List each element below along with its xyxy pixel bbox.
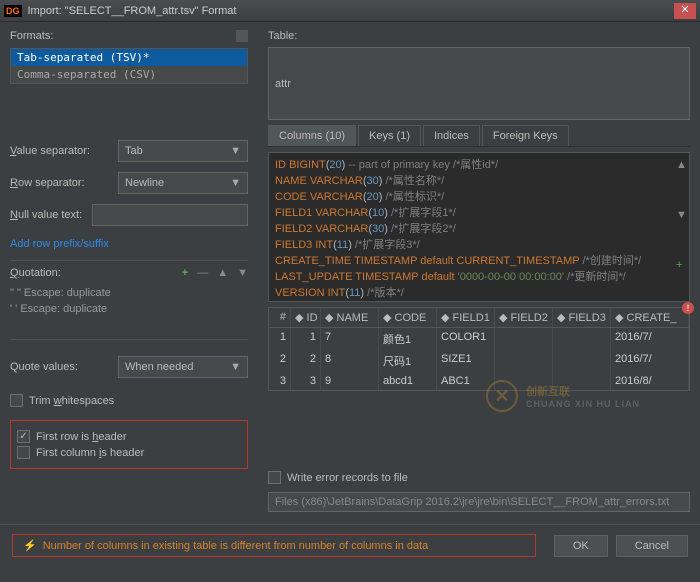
quotation-label: Quotation: <box>10 267 61 279</box>
value-separator-select[interactable]: Tab▼ <box>118 140 248 162</box>
col-header[interactable]: ◆ NAME <box>321 308 379 327</box>
first-col-header-label: First column is header <box>36 447 144 459</box>
quote-values-select[interactable]: When needed▼ <box>118 356 248 378</box>
chevron-down-icon: ▼ <box>230 361 241 373</box>
tab-indices[interactable]: Indices <box>423 125 480 146</box>
trim-whitespaces-checkbox[interactable] <box>10 394 23 407</box>
tab-columns[interactable]: Columns (10) <box>268 125 356 146</box>
col-header[interactable]: ◆ ID <box>291 308 321 327</box>
list-item[interactable]: Tab-separated (TSV)* <box>11 49 247 66</box>
warning-icon: ⚡ <box>23 539 37 552</box>
quote-values-label: Quote values: <box>10 361 110 373</box>
add-prefix-suffix-link[interactable]: Add row prefix/suffix <box>10 238 248 250</box>
trim-whitespaces-label: Trim whitespaces <box>29 395 114 407</box>
table-row[interactable]: 117颜色1COLOR12016/7/ <box>269 328 689 350</box>
value-separator-label: Value separator: <box>10 145 110 157</box>
move-down-icon[interactable]: ▼ <box>237 267 248 279</box>
quotation-list[interactable]: " " Escape: duplicate ' ' Escape: duplic… <box>10 285 248 317</box>
tab-foreign-keys[interactable]: Foreign Keys <box>482 125 569 146</box>
error-file-path[interactable]: Files (x86)\JetBrains\DataGrip 2016.2\jr… <box>268 492 690 512</box>
first-row-header-checkbox[interactable] <box>17 430 30 443</box>
formats-list[interactable]: Tab-separated (TSV)* Comma-separated (CS… <box>10 48 248 84</box>
error-badge-icon: ! <box>682 302 694 314</box>
list-item[interactable]: ' ' Escape: duplicate <box>10 301 248 317</box>
tabs: Columns (10) Keys (1) Indices Foreign Ke… <box>268 125 690 147</box>
app-icon: DG <box>4 5 22 17</box>
add-icon[interactable]: + <box>676 257 687 273</box>
col-header[interactable]: ◆ FIELD2 <box>495 308 553 327</box>
title-bar: DG Import: "SELECT__FROM_attr.tsv" Forma… <box>0 0 700 22</box>
write-errors-label: Write error records to file <box>287 472 408 484</box>
list-item[interactable]: Comma-separated (CSV) <box>11 66 247 83</box>
table-label: Table: <box>268 30 690 42</box>
move-up-icon[interactable]: ▲ <box>217 267 228 279</box>
write-errors-checkbox[interactable] <box>268 471 281 484</box>
close-icon[interactable]: ✕ <box>674 3 696 19</box>
null-value-label: Null value text: <box>10 209 84 221</box>
remove-icon[interactable]: — <box>197 267 208 279</box>
move-down-icon[interactable]: ▼ <box>676 207 687 223</box>
col-header[interactable]: ◆ CODE <box>379 308 437 327</box>
cancel-button[interactable]: Cancel <box>616 535 688 557</box>
null-value-input[interactable] <box>92 204 248 226</box>
ok-button[interactable]: OK <box>554 535 608 557</box>
preview-table: ! # ◆ ID ◆ NAME ◆ CODE ◆ FIELD1 ◆ FIELD2… <box>268 307 690 391</box>
row-separator-label: Row separator: <box>10 177 110 189</box>
move-up-icon[interactable]: ▲ <box>676 157 687 173</box>
chevron-down-icon: ▼ <box>230 145 241 157</box>
chevron-down-icon: ▼ <box>230 177 241 189</box>
table-row[interactable]: 228尺码1SIZE12016/7/ <box>269 350 689 372</box>
table-name-input[interactable] <box>268 47 690 120</box>
list-item[interactable]: " " Escape: duplicate <box>10 285 248 301</box>
first-col-header-checkbox[interactable] <box>17 446 30 459</box>
save-icon[interactable] <box>236 30 248 42</box>
add-icon[interactable]: + <box>182 267 188 279</box>
tab-keys[interactable]: Keys (1) <box>358 125 421 146</box>
warning-banner: ⚡ Number of columns in existing table is… <box>12 534 536 557</box>
header-options-box: First row is header First column is head… <box>10 420 248 469</box>
col-header[interactable]: ◆ FIELD3 <box>553 308 611 327</box>
first-row-header-label: First row is header <box>36 431 127 443</box>
col-header[interactable]: ◆ FIELD1 <box>437 308 495 327</box>
formats-label: Formats: <box>10 30 53 42</box>
col-header[interactable]: ◆ CREATE_ <box>611 308 689 327</box>
row-separator-select[interactable]: Newline▼ <box>118 172 248 194</box>
window-title: Import: "SELECT__FROM_attr.tsv" Format <box>28 5 675 17</box>
schema-editor[interactable]: ID BIGINT(20) -- part of primary key /*属… <box>268 152 690 302</box>
col-header[interactable]: # <box>269 308 291 327</box>
table-row[interactable]: 339abcd1ABC12016/8/ <box>269 372 689 390</box>
